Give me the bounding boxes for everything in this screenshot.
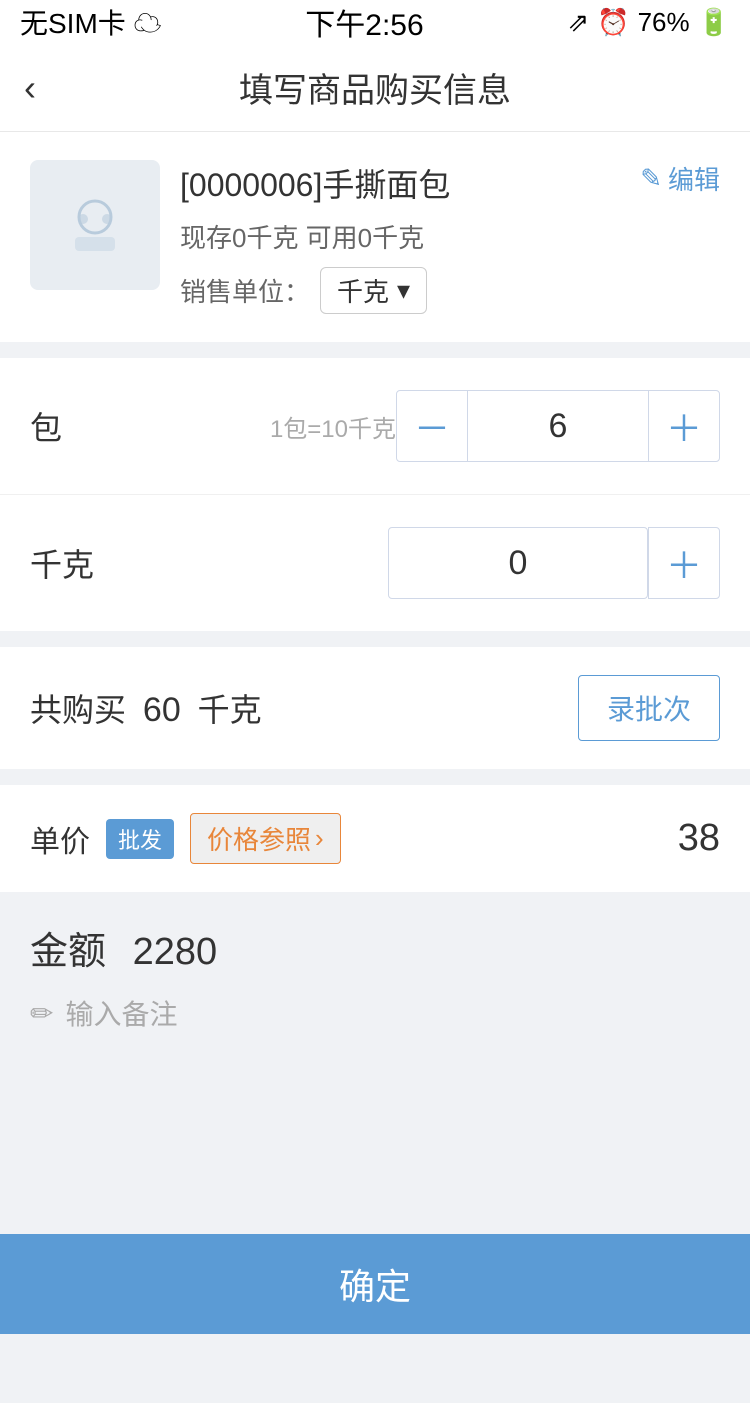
product-stock: 现存0千克 可用0千克 xyxy=(180,218,720,255)
battery-status: 76% xyxy=(638,7,690,38)
status-left: 无SIM卡 ☁ xyxy=(20,2,162,42)
price-tag: 批发 xyxy=(106,819,174,859)
bao-row: 包 1包=10千克 － ＋ xyxy=(0,358,750,495)
status-time: 下午2:56 xyxy=(305,0,423,44)
quantity-section: 包 1包=10千克 － ＋ 千克 ＋ xyxy=(0,358,750,631)
product-thumbnail xyxy=(30,160,160,290)
bao-minus-button[interactable]: － xyxy=(396,390,468,462)
amount-value: 2280 xyxy=(133,931,218,973)
total-text: 共购买 60 千克 xyxy=(30,685,262,731)
chevron-down-icon: ▾ xyxy=(397,275,410,306)
price-section: 单价 批发 价格参照 › 38 xyxy=(0,785,750,892)
price-value: 38 xyxy=(678,817,720,860)
price-label: 单价 xyxy=(30,817,90,861)
nav-bar: ‹ 填写商品购买信息 xyxy=(0,44,750,132)
bao-plus-button[interactable]: ＋ xyxy=(648,390,720,462)
status-bar: 无SIM卡 ☁ 下午2:56 ⇗ ⏰ 76% 🔋 xyxy=(0,0,750,44)
divider xyxy=(0,769,750,785)
batch-button[interactable]: 录批次 xyxy=(578,675,720,741)
note-placeholder[interactable]: 输入备注 xyxy=(65,993,177,1033)
bao-input[interactable] xyxy=(468,390,648,462)
amount-row: 金额 2280 xyxy=(30,920,720,975)
edit-icon: ✎ xyxy=(640,163,662,194)
kg-qty-control: ＋ xyxy=(388,527,720,599)
alarm-icon: ⏰ xyxy=(597,7,629,38)
kg-input[interactable] xyxy=(388,527,648,599)
product-unit: 销售单位： 千克 ▾ xyxy=(180,267,720,314)
battery-icon: 🔋 xyxy=(698,7,730,38)
note-row[interactable]: ✏ 输入备注 xyxy=(30,993,720,1033)
product-card: [0000006]手撕面包 现存0千克 可用0千克 销售单位： 千克 ▾ ✎ 编… xyxy=(0,132,750,342)
page-title: 填写商品购买信息 xyxy=(239,63,511,112)
signal-status: 无SIM卡 ☁ xyxy=(20,2,162,42)
bottom-spacer xyxy=(0,1053,750,1403)
pencil-icon: ✏ xyxy=(30,997,53,1030)
bao-qty-control: － ＋ xyxy=(396,390,720,462)
kg-plus-button[interactable]: ＋ xyxy=(648,527,720,599)
bao-hint: 1包=10千克 xyxy=(270,409,396,444)
total-row: 共购买 60 千克 录批次 xyxy=(0,647,750,769)
location-icon: ⇗ xyxy=(567,7,589,38)
status-right: ⇗ ⏰ 76% 🔋 xyxy=(567,7,730,38)
product-name: [0000006]手撕面包 xyxy=(180,160,720,206)
back-button[interactable]: ‹ xyxy=(24,67,36,109)
confirm-button[interactable]: 确定 xyxy=(0,1234,750,1334)
bao-label: 包 xyxy=(30,403,258,449)
kg-label: 千克 xyxy=(30,540,388,586)
price-ref-button[interactable]: 价格参照 › xyxy=(190,813,341,864)
product-info: [0000006]手撕面包 现存0千克 可用0千克 销售单位： 千克 ▾ xyxy=(180,160,720,314)
edit-button[interactable]: ✎ 编辑 xyxy=(640,160,720,197)
price-row: 单价 批发 价格参照 › 38 xyxy=(30,813,720,864)
chevron-right-icon: › xyxy=(315,823,324,854)
amount-section: 金额 2280 ✏ 输入备注 xyxy=(0,892,750,1053)
unit-selector[interactable]: 千克 ▾ xyxy=(320,267,427,314)
total-amount: 60 xyxy=(143,691,181,729)
kg-row: 千克 ＋ xyxy=(0,495,750,631)
